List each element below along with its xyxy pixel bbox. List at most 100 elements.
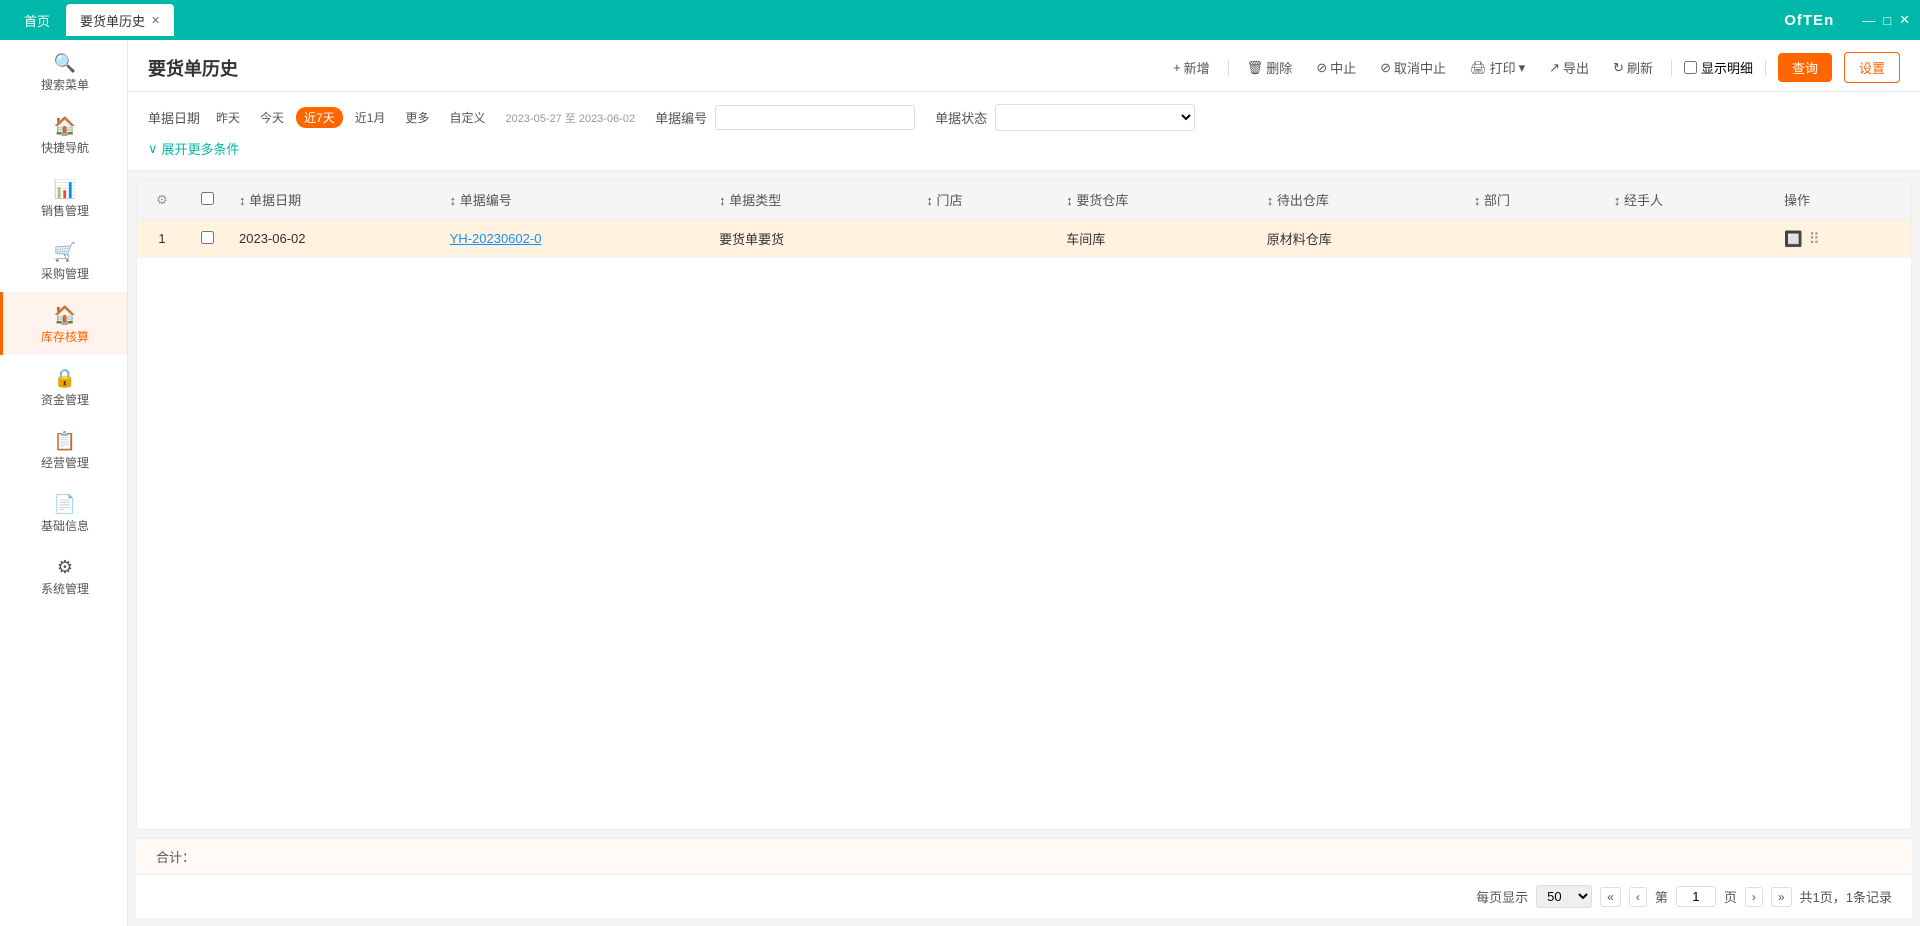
sidebar-item-purchase[interactable]: 🛒 采购管理: [0, 229, 127, 292]
home-tab-label: 首页: [24, 11, 50, 30]
row-type: 要货单要货: [707, 220, 914, 258]
main-layout: 🔍 搜索菜单 🏠 快捷导航 📊 销售管理 🛒 采购管理 🏠 库存核算 🔒 资金管…: [0, 40, 1920, 926]
delete-button[interactable]: 🗑 删除: [1241, 54, 1299, 81]
sidebar-item-inventory[interactable]: 🏠 库存核算: [0, 292, 127, 355]
action-col-header: 操作: [1772, 180, 1911, 220]
close-tab-icon[interactable]: ✕: [151, 14, 160, 27]
table-body: 1 2023-06-02 YH-20230602-0 要货单要货 车间库 原材料…: [137, 220, 1911, 258]
type-col-header[interactable]: ↕ 单据类型: [707, 180, 914, 220]
date-btn-more[interactable]: 更多: [397, 107, 437, 128]
show-detail-checkbox[interactable]: [1684, 61, 1697, 74]
handler-col-header[interactable]: ↕ 经手人: [1602, 180, 1772, 220]
sidebar-label-finance: 资金管理: [41, 391, 89, 408]
print-icon: 🖨: [1470, 60, 1487, 76]
reqwarehouse-col-label: ↕ 要货仓库: [1066, 193, 1128, 208]
page-end-label: 页: [1724, 887, 1737, 906]
export-icon: ↗: [1549, 60, 1560, 76]
maximize-btn[interactable]: □: [1883, 13, 1891, 28]
table-footer: 合计：: [136, 838, 1912, 874]
sidebar: 🔍 搜索菜单 🏠 快捷导航 📊 销售管理 🛒 采购管理 🏠 库存核算 🔒 资金管…: [0, 40, 128, 926]
sidebar-label-inventory: 库存核算: [41, 328, 89, 345]
date-btn-lastmonth[interactable]: 近1月: [347, 107, 394, 128]
reqwarehouse-col-header[interactable]: ↕ 要货仓库: [1054, 180, 1254, 220]
store-col-header[interactable]: ↕ 门店: [914, 180, 1054, 220]
date-btn-custom[interactable]: 自定义: [441, 107, 493, 128]
sidebar-item-finance[interactable]: 🔒 资金管理: [0, 355, 127, 418]
window-controls: OfTEn — □ ✕: [1784, 12, 1910, 29]
cancel-suspend-button[interactable]: ⊘ 取消中止: [1374, 54, 1452, 81]
expand-more-btn[interactable]: ∨ 展开更多条件: [148, 139, 1900, 158]
delete-label: 删除: [1266, 58, 1292, 77]
system-icon: ⚙: [57, 558, 73, 576]
total-info: 共1页，1条记录: [1800, 887, 1892, 906]
show-detail-label: 显示明细: [1701, 58, 1753, 77]
refresh-icon: ↻: [1613, 60, 1624, 76]
no-col-label: ↕ 单据编号: [450, 193, 512, 208]
inventory-icon: 🏠: [54, 306, 76, 324]
print-dropdown-icon: ▾: [1519, 60, 1526, 76]
new-icon: +: [1173, 60, 1181, 75]
status-select[interactable]: [995, 104, 1195, 131]
row-checkbox[interactable]: [201, 231, 214, 244]
sidebar-item-search[interactable]: 🔍 搜索菜单: [0, 40, 127, 103]
top-bar: 首页 要货单历史 ✕ OfTEn — □ ✕: [0, 0, 1920, 40]
prev-page-btn[interactable]: ‹: [1629, 887, 1647, 907]
row-no-link[interactable]: YH-20230602-0: [450, 231, 542, 246]
sidebar-label-basic: 基础信息: [41, 517, 89, 534]
sidebar-item-sales[interactable]: 📊 销售管理: [0, 166, 127, 229]
row-view-icon[interactable]: 🔲: [1784, 230, 1803, 248]
settings-button[interactable]: 设置: [1844, 52, 1900, 83]
date-buttons: 昨天 今天 近7天 近1月 更多 自定义: [208, 107, 493, 128]
close-btn[interactable]: ✕: [1899, 12, 1910, 28]
tab-home[interactable]: 首页: [10, 4, 64, 36]
store-col-label: ↕ 门店: [926, 193, 962, 208]
row-pendwarehouse: 原材料仓库: [1255, 220, 1462, 258]
date-btn-last7days[interactable]: 近7天: [296, 107, 343, 128]
query-button[interactable]: 查询: [1778, 53, 1832, 82]
finance-icon: 🔒: [54, 369, 76, 387]
print-button[interactable]: 🖨 打印 ▾: [1464, 54, 1531, 81]
settings-col-header[interactable]: ⚙: [137, 180, 187, 220]
sidebar-item-system[interactable]: ⚙ 系统管理: [0, 544, 127, 607]
docno-input[interactable]: [715, 105, 915, 130]
export-label: 导出: [1563, 58, 1589, 77]
page-input[interactable]: [1676, 886, 1716, 907]
minimize-btn[interactable]: —: [1862, 13, 1875, 28]
suspend-button[interactable]: ⊘ 中止: [1310, 54, 1362, 81]
sidebar-label-sales: 销售管理: [41, 202, 89, 219]
pendwarehouse-col-header[interactable]: ↕ 待出仓库: [1255, 180, 1462, 220]
dept-col-header[interactable]: ↕ 部门: [1462, 180, 1602, 220]
cancel-suspend-icon: ⊘: [1380, 60, 1391, 76]
date-btn-today[interactable]: 今天: [252, 107, 292, 128]
tab-history[interactable]: 要货单历史 ✕: [66, 4, 174, 36]
last-page-btn[interactable]: »: [1771, 887, 1792, 907]
suspend-icon: ⊘: [1316, 60, 1327, 76]
table-container: ⚙ ↕ 单据日期 ↕ 单据编号 ↕ 单据类型: [136, 179, 1912, 830]
query-label: 查询: [1792, 58, 1818, 77]
search-icon: 🔍: [54, 54, 76, 72]
settings-label: 设置: [1859, 58, 1885, 77]
select-all-checkbox[interactable]: [201, 192, 214, 205]
date-col-label: ↕ 单据日期: [239, 193, 301, 208]
row-no: YH-20230602-0: [438, 220, 708, 258]
row-more-icon[interactable]: ⠿: [1809, 230, 1820, 248]
date-col-header[interactable]: ↕ 单据日期: [227, 180, 438, 220]
brand-text: OfTEn: [1784, 12, 1834, 29]
docno-filter-group: 单据编号: [655, 105, 915, 130]
sidebar-label-operations: 经营管理: [41, 454, 89, 471]
sidebar-item-basic[interactable]: 📄 基础信息: [0, 481, 127, 544]
show-detail-checkbox-label[interactable]: 显示明细: [1684, 58, 1753, 77]
page-size-select[interactable]: 20 50 100 200: [1536, 885, 1592, 908]
sidebar-item-quicknav[interactable]: 🏠 快捷导航: [0, 103, 127, 166]
date-btn-yesterday[interactable]: 昨天: [208, 107, 248, 128]
sidebar-item-operations[interactable]: 📋 经营管理: [0, 418, 127, 481]
row-checkbox-cell: [187, 220, 227, 258]
data-table: ⚙ ↕ 单据日期 ↕ 单据编号 ↕ 单据类型: [137, 180, 1911, 258]
print-label: 打印: [1490, 58, 1516, 77]
no-col-header[interactable]: ↕ 单据编号: [438, 180, 708, 220]
export-button[interactable]: ↗ 导出: [1543, 54, 1595, 81]
next-page-btn[interactable]: ›: [1745, 887, 1763, 907]
refresh-button[interactable]: ↻ 刷新: [1607, 54, 1659, 81]
first-page-btn[interactable]: «: [1600, 887, 1621, 907]
new-button[interactable]: + 新增: [1167, 54, 1216, 81]
